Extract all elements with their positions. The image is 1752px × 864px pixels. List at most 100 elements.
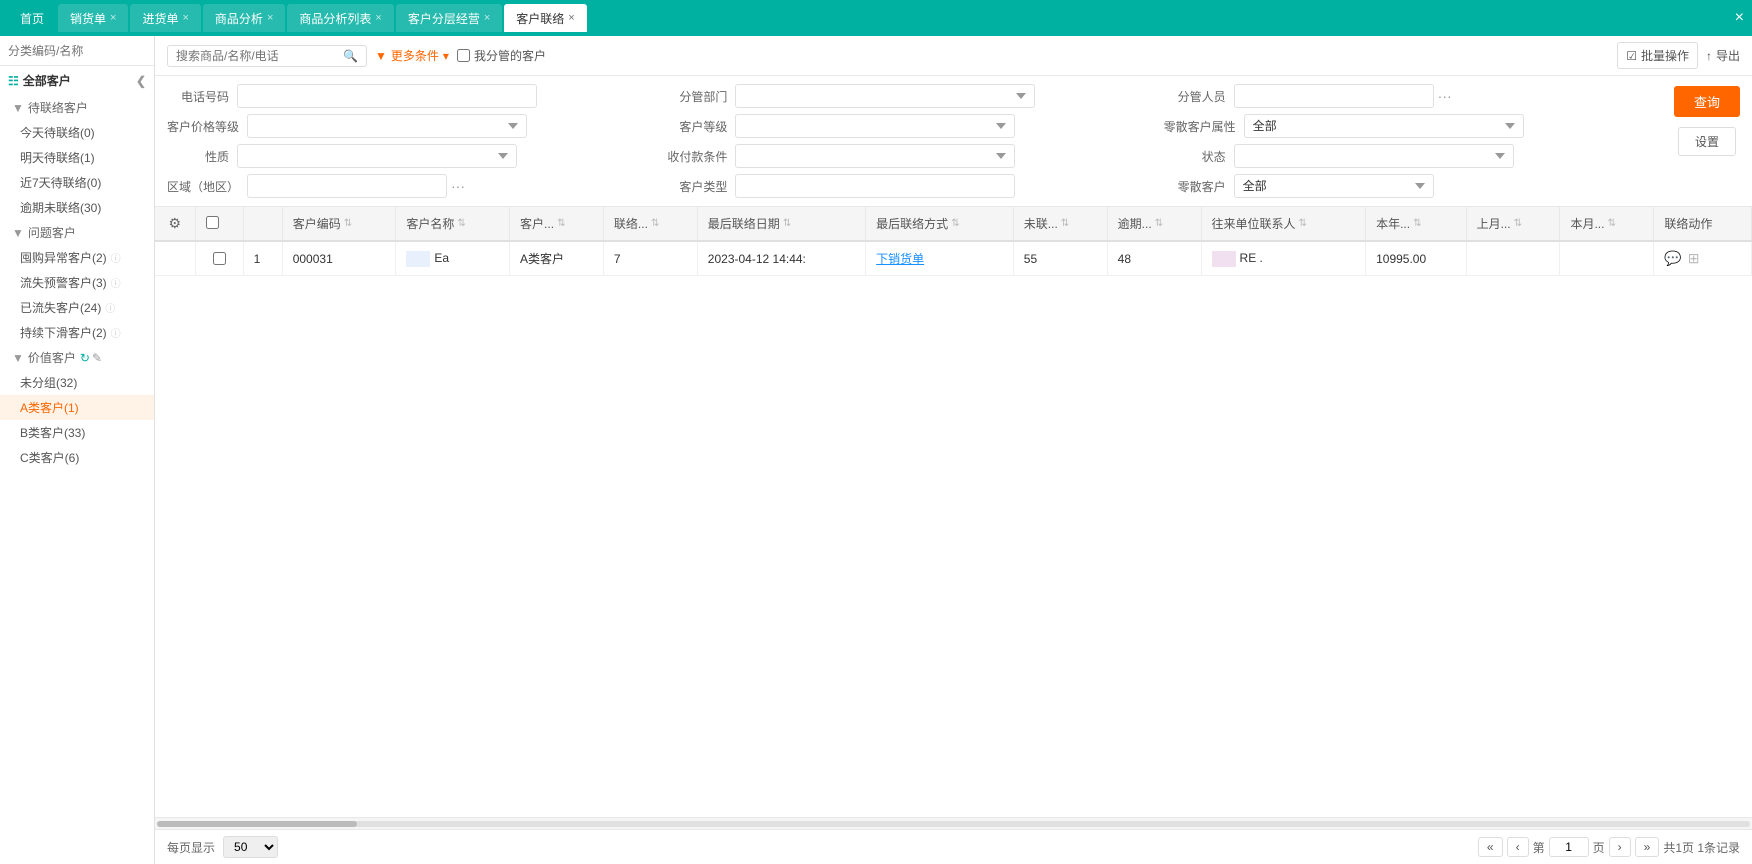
first-page-btn[interactable]: «	[1478, 837, 1503, 857]
sidebar-item-a-class[interactable]: A类客户(1)	[0, 395, 154, 420]
scrollbar-track	[157, 821, 1750, 827]
tab-home-label: 首页	[20, 10, 44, 27]
sort-customer-type-icon: ⇅	[557, 218, 565, 229]
sidebar-item-churned[interactable]: 已流失客户(24) ⓘ	[0, 295, 154, 320]
tab-purchase-close[interactable]: ×	[182, 12, 188, 24]
th-no-contact[interactable]: 未联... ⇅	[1013, 207, 1107, 241]
sidebar-item-declining-label: 持续下滑客户(2)	[20, 324, 107, 341]
more-action-icon[interactable]: ⊞	[1688, 250, 1700, 267]
message-icon[interactable]: 💬	[1664, 250, 1681, 267]
tab-home[interactable]: 首页	[8, 4, 56, 32]
settings-button[interactable]: 设置	[1678, 127, 1736, 156]
filter-phone-input[interactable]	[237, 84, 537, 108]
sidebar-item-overdue[interactable]: 逾期未联络(30)	[0, 195, 154, 220]
close-all-tabs[interactable]: ×	[1735, 9, 1744, 27]
filter-price-grade-select[interactable]	[247, 114, 527, 138]
settings-gear-icon[interactable]: ⚙	[168, 215, 181, 231]
my-customers-checkbox-label[interactable]: 我分管的客户	[457, 47, 546, 64]
select-all-checkbox[interactable]	[206, 216, 219, 229]
horizontal-scrollbar[interactable]	[155, 817, 1752, 829]
th-last-contact-date[interactable]: 最后联络日期 ⇅	[697, 207, 865, 241]
filter-status-select[interactable]	[1234, 144, 1514, 168]
filter-retail-attr-select[interactable]: 全部	[1244, 114, 1524, 138]
batch-ops-btn[interactable]: ☑ 批量操作	[1617, 42, 1698, 69]
sidebar-collapse-btn[interactable]: ❮	[136, 74, 146, 88]
sidebar-item-churned-label: 已流失客户(24)	[20, 299, 101, 316]
filter-more-btn[interactable]: ▼ 更多条件 ▾	[375, 47, 449, 64]
tab-product-analysis[interactable]: 商品分析 ×	[203, 4, 285, 32]
th-last-contact-method[interactable]: 最后联络方式 ⇅	[866, 207, 1014, 241]
tab-sales-close[interactable]: ×	[110, 12, 116, 24]
tab-customer-contact-close[interactable]: ×	[568, 12, 574, 24]
th-customer-type[interactable]: 客户... ⇅	[510, 207, 604, 241]
filter-dept-select[interactable]	[735, 84, 1035, 108]
table-row: 1 000031 Ea A类客户 7 2023-04-12 14:44: 下销货…	[155, 241, 1752, 276]
sidebar-item-churn-warning[interactable]: 流失预警客户(3) ⓘ	[0, 270, 154, 295]
sidebar-search-input[interactable]	[8, 44, 155, 58]
page-input[interactable]	[1549, 837, 1589, 857]
group-problem-customers[interactable]: ▼ 问题客户	[0, 220, 154, 245]
th-unit-contacts[interactable]: 往来单位联系人 ⇅	[1201, 207, 1366, 241]
filter-retail-select[interactable]: 全部	[1234, 174, 1434, 198]
th-code[interactable]: 客户编码 ⇅	[282, 207, 396, 241]
th-this-year[interactable]: 本年... ⇅	[1366, 207, 1466, 241]
td-contact: 7	[603, 241, 697, 276]
th-checkbox	[195, 207, 243, 241]
filter-customer-grade-select[interactable]	[735, 114, 1015, 138]
th-overdue[interactable]: 逾期... ⇅	[1107, 207, 1201, 241]
sidebar-item-today[interactable]: 今天待联络(0)	[0, 120, 154, 145]
th-settings[interactable]: ⚙	[155, 207, 195, 241]
prev-page-btn[interactable]: ‹	[1507, 837, 1529, 857]
next-page-btn[interactable]: ›	[1609, 837, 1631, 857]
edit-icon[interactable]: ✎	[92, 351, 102, 365]
th-contact[interactable]: 联络... ⇅	[603, 207, 697, 241]
search-input[interactable]	[176, 49, 339, 63]
tab-product-analysis-list[interactable]: 商品分析列表 ×	[287, 4, 393, 32]
sidebar-item-declining[interactable]: 持续下滑客户(2) ⓘ	[0, 320, 154, 345]
sidebar-item-abnormal[interactable]: 囤购异常客户(2) ⓘ	[0, 245, 154, 270]
filter-region-label: 区域（地区）	[167, 178, 247, 195]
group-value-customers[interactable]: ▼ 价值客户 ↻ ✎	[0, 345, 154, 370]
tab-product-analysis-close[interactable]: ×	[267, 12, 273, 24]
filter-region-more[interactable]: ···	[447, 178, 469, 194]
filter-region-input[interactable]	[247, 174, 447, 198]
table-area: ⚙ 客户编码 ⇅	[155, 207, 1752, 817]
my-customers-checkbox[interactable]	[457, 49, 470, 62]
toolbar-search-icon[interactable]: 🔍	[343, 49, 358, 63]
export-btn[interactable]: ↑ 导出	[1706, 47, 1740, 64]
filter-person-input[interactable]	[1234, 84, 1434, 108]
filter-customer-type-input[interactable]	[735, 174, 1015, 198]
row-checkbox[interactable]	[213, 252, 226, 265]
sidebar-item-7days[interactable]: 近7天待联络(0)	[0, 170, 154, 195]
sidebar-item-tomorrow[interactable]: 明天待联络(1)	[0, 145, 154, 170]
all-customers-title: ☷ 全部客户 ❮	[0, 66, 154, 95]
tab-customer-contact[interactable]: 客户联络 ×	[504, 4, 586, 32]
th-action: 联络动作	[1654, 207, 1752, 241]
page-size-select[interactable]: 50 10 20 100	[223, 836, 278, 858]
filter-payment-select[interactable]	[735, 144, 1015, 168]
td-last-contact-method[interactable]: 下销货单	[866, 241, 1014, 276]
group-pending-contact[interactable]: ▼ 待联络客户	[0, 95, 154, 120]
sidebar-item-b-class[interactable]: B类客户(33)	[0, 420, 154, 445]
tab-product-analysis-list-close[interactable]: ×	[375, 12, 381, 24]
filter-price-grade: 客户价格等级	[167, 114, 665, 138]
sidebar-item-no-group[interactable]: 未分组(32)	[0, 370, 154, 395]
th-contact-label: 联络...	[614, 215, 648, 232]
tab-purchase[interactable]: 进货单 ×	[130, 4, 200, 32]
filter-nature-select[interactable]	[237, 144, 517, 168]
tab-customer-segment[interactable]: 客户分层经营 ×	[396, 4, 502, 32]
th-last-month[interactable]: 上月... ⇅	[1466, 207, 1560, 241]
refresh-icon[interactable]: ↻	[80, 351, 90, 365]
filter-dept: 分管部门	[665, 84, 1163, 108]
sidebar-item-today-label: 今天待联络(0)	[20, 124, 95, 141]
scrollbar-thumb[interactable]	[157, 821, 357, 827]
tab-customer-segment-close[interactable]: ×	[484, 12, 490, 24]
query-button[interactable]: 查询	[1674, 86, 1740, 117]
batch-ops-icon: ☑	[1626, 49, 1637, 63]
th-name[interactable]: 客户名称 ⇅	[396, 207, 510, 241]
tab-sales[interactable]: 销货单 ×	[58, 4, 128, 32]
last-page-btn[interactable]: »	[1635, 837, 1660, 857]
filter-person-more[interactable]: ···	[1434, 88, 1456, 104]
sidebar-item-c-class[interactable]: C类客户(6)	[0, 445, 154, 470]
th-this-month[interactable]: 本月... ⇅	[1560, 207, 1654, 241]
